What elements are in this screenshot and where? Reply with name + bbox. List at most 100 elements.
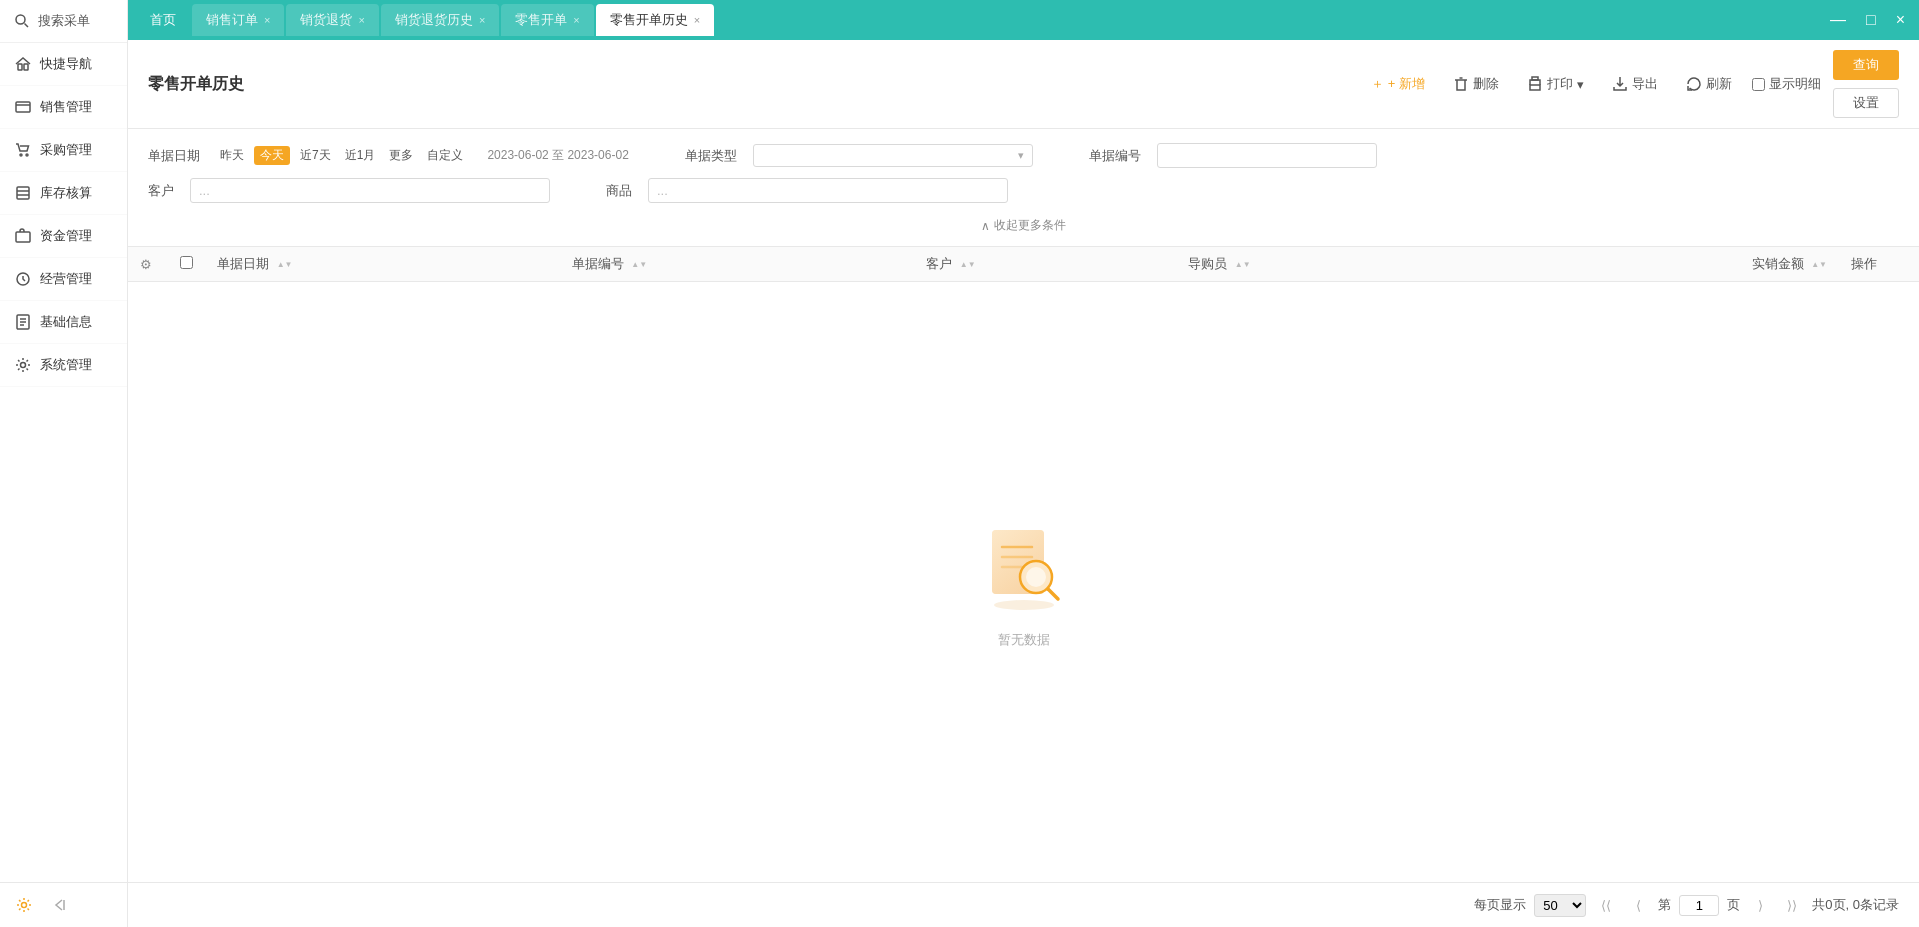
tab-sales-order-close[interactable]: × xyxy=(264,15,270,26)
bill-type-arrow: ▾ xyxy=(1018,149,1024,162)
refresh-button[interactable]: 刷新 xyxy=(1678,71,1740,97)
system-icon xyxy=(14,356,32,374)
sidebar-search[interactable]: 搜索采单 xyxy=(0,0,127,43)
page-number-input[interactable] xyxy=(1679,895,1719,916)
bill-no-input[interactable] xyxy=(1157,143,1377,168)
date-opt-last1month[interactable]: 近1月 xyxy=(341,146,380,165)
collapse-up-icon: ∧ xyxy=(981,219,990,233)
svg-rect-11 xyxy=(16,232,30,242)
sales-icon xyxy=(14,98,32,116)
tab-sales-return-label: 销货退货 xyxy=(300,11,352,29)
date-opt-last7[interactable]: 近7天 xyxy=(296,146,335,165)
gear-icon[interactable] xyxy=(14,895,34,915)
purchase-icon xyxy=(14,141,32,159)
tab-retail-open-history-close[interactable]: × xyxy=(694,15,700,26)
col-no-label: 单据编号 xyxy=(572,256,624,271)
data-table: ⚙ 单据日期 ▲▼ 单据编号 ▲▼ xyxy=(128,247,1919,282)
col-amount: 实销金额 ▲▼ xyxy=(1484,247,1839,282)
export-button[interactable]: 导出 xyxy=(1604,71,1666,97)
col-customer-sort[interactable]: ▲▼ xyxy=(960,260,976,269)
customer-label: 客户 xyxy=(148,182,174,200)
maximize-btn[interactable]: □ xyxy=(1860,9,1882,31)
date-opt-today[interactable]: 今天 xyxy=(254,146,290,165)
tab-sales-return-history-close[interactable]: × xyxy=(479,15,485,26)
tab-retail-open-close[interactable]: × xyxy=(573,15,579,26)
svg-rect-2 xyxy=(18,64,22,70)
table-settings-icon[interactable]: ⚙ xyxy=(140,257,152,272)
sidebar-item-quick-nav[interactable]: 快捷导航 xyxy=(0,43,127,86)
tab-retail-open[interactable]: 零售开单 × xyxy=(501,4,593,36)
svg-point-31 xyxy=(1026,567,1046,587)
table-area: ⚙ 单据日期 ▲▼ 单据编号 ▲▼ xyxy=(128,247,1919,882)
settings-button[interactable]: 设置 xyxy=(1833,88,1899,118)
print-dropdown-icon[interactable]: ▾ xyxy=(1577,77,1584,92)
home-icon xyxy=(14,55,32,73)
tab-sales-order[interactable]: 销售订单 × xyxy=(192,4,284,36)
svg-point-0 xyxy=(16,15,25,24)
col-date: 单据日期 ▲▼ xyxy=(205,247,560,282)
display-detail-label: 显示明细 xyxy=(1769,75,1821,93)
tab-sales-order-label: 销售订单 xyxy=(206,11,258,29)
display-detail-input[interactable] xyxy=(1752,78,1765,91)
date-opt-more[interactable]: 更多 xyxy=(385,146,417,165)
sidebar-item-inventory[interactable]: 库存核算 xyxy=(0,172,127,215)
page-label-before: 第 xyxy=(1658,896,1671,914)
next-page-btn[interactable]: ⟩ xyxy=(1748,893,1772,917)
sidebar-item-basic-info[interactable]: 基础信息 xyxy=(0,301,127,344)
export-icon xyxy=(1612,76,1628,93)
svg-point-7 xyxy=(26,154,28,156)
col-date-sort[interactable]: ▲▼ xyxy=(277,260,293,269)
svg-rect-3 xyxy=(24,64,28,70)
col-amount-label: 实销金额 xyxy=(1752,256,1804,271)
tab-sales-return-history[interactable]: 销货退货历史 × xyxy=(381,4,499,36)
per-page-select[interactable]: 50 10 20 100 xyxy=(1534,894,1586,917)
collapse-row[interactable]: ∧ 收起更多条件 xyxy=(148,213,1899,238)
pagination: 每页显示 50 10 20 100 ⟨⟨ ⟨ 第 页 ⟩ ⟩⟩ 共0页, 0条记… xyxy=(128,882,1919,927)
date-opt-custom[interactable]: 自定义 xyxy=(423,146,467,165)
table-header-row: ⚙ 单据日期 ▲▼ 单据编号 ▲▼ xyxy=(128,247,1919,282)
date-opt-yesterday[interactable]: 昨天 xyxy=(216,146,248,165)
customer-input[interactable]: ... xyxy=(190,178,550,203)
collapse-sidebar-icon[interactable] xyxy=(50,895,70,915)
print-button[interactable]: 打印 ▾ xyxy=(1519,71,1592,97)
col-date-label: 单据日期 xyxy=(217,256,269,271)
per-page-label: 每页显示 xyxy=(1474,896,1526,914)
query-settings-group: 查询 设置 xyxy=(1833,50,1899,118)
query-button[interactable]: 查询 xyxy=(1833,50,1899,80)
page-header: 零售开单历史 ＋ + 新增 删除 打印 xyxy=(128,40,1919,129)
sidebar-item-label: 采购管理 xyxy=(40,141,92,159)
col-no-sort[interactable]: ▲▼ xyxy=(631,260,647,269)
svg-point-24 xyxy=(994,600,1054,610)
col-amount-sort[interactable]: ▲▼ xyxy=(1811,260,1827,269)
page-label-after: 页 xyxy=(1727,896,1740,914)
prev-page-btn[interactable]: ⟨ xyxy=(1626,893,1650,917)
sidebar-item-purchase-mgmt[interactable]: 采购管理 xyxy=(0,129,127,172)
col-guide: 导购员 ▲▼ xyxy=(1176,247,1484,282)
tab-home[interactable]: 首页 xyxy=(136,4,190,36)
sidebar-item-label: 系统管理 xyxy=(40,356,92,374)
display-detail-checkbox[interactable]: 显示明细 xyxy=(1752,75,1821,93)
last-page-btn[interactable]: ⟩⟩ xyxy=(1780,893,1804,917)
sidebar-item-finance[interactable]: 资金管理 xyxy=(0,215,127,258)
empty-text: 暂无数据 xyxy=(998,631,1050,649)
add-button[interactable]: ＋ + 新增 xyxy=(1363,71,1433,97)
sidebar-item-operation[interactable]: 经营管理 xyxy=(0,258,127,301)
col-guide-sort[interactable]: ▲▼ xyxy=(1235,260,1251,269)
close-btn[interactable]: × xyxy=(1890,9,1911,31)
sidebar-item-sys-mgmt[interactable]: 系统管理 xyxy=(0,344,127,387)
first-page-btn[interactable]: ⟨⟨ xyxy=(1594,893,1618,917)
tab-sales-return[interactable]: 销货退货 × xyxy=(286,4,378,36)
minimize-btn[interactable]: — xyxy=(1824,9,1852,31)
tab-retail-open-history[interactable]: 零售开单历史 × xyxy=(596,4,714,36)
delete-button[interactable]: 删除 xyxy=(1445,71,1507,97)
product-input[interactable]: ... xyxy=(648,178,1008,203)
bill-type-select[interactable]: ▾ xyxy=(753,144,1033,167)
select-all-checkbox[interactable] xyxy=(180,256,193,269)
page-title: 零售开单历史 xyxy=(148,74,244,95)
tab-sales-return-close[interactable]: × xyxy=(358,15,364,26)
finance-icon xyxy=(14,227,32,245)
tab-sales-return-history-label: 销货退货历史 xyxy=(395,11,473,29)
filter-row-2: 客户 ... 商品 ... xyxy=(148,178,1899,203)
filter-row-1: 单据日期 昨天 今天 近7天 近1月 更多 自定义 2023-06-02 至 2… xyxy=(148,143,1899,168)
sidebar-item-sales-mgmt[interactable]: 销售管理 xyxy=(0,86,127,129)
